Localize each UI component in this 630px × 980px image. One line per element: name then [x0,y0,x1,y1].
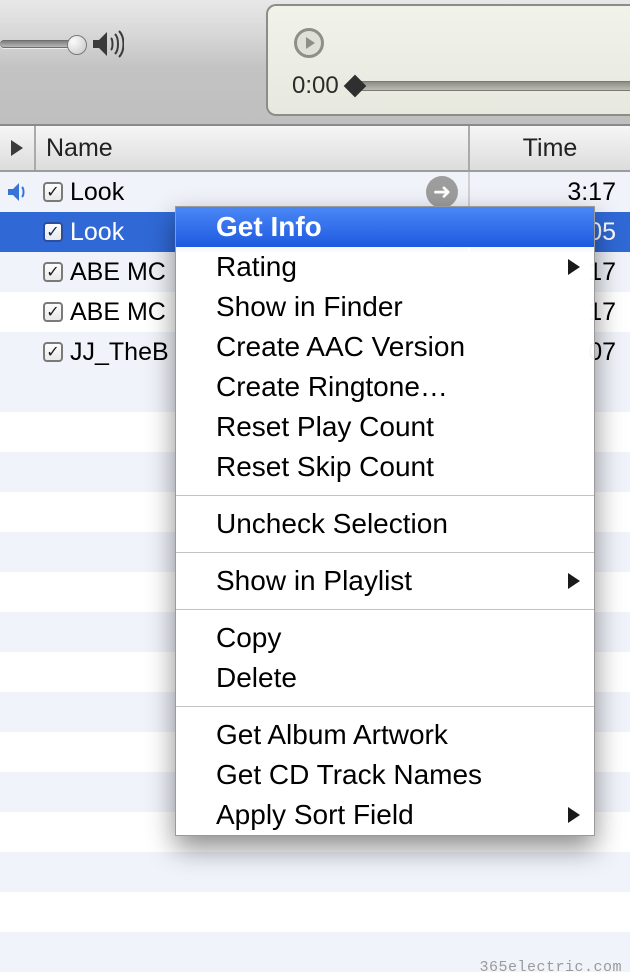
column-header-name[interactable]: Name [36,126,470,170]
menu-item-label: Rating [216,251,297,282]
empty-row [0,892,630,932]
menu-item[interactable]: Apply Sort Field [176,795,594,835]
speaker-icon [92,30,124,58]
menu-item[interactable]: Delete [176,658,594,698]
menu-item-label: Create Ringtone… [216,371,448,402]
menu-item[interactable]: Uncheck Selection [176,504,594,544]
menu-separator [176,706,594,707]
empty-row [0,852,630,892]
now-playing-icon [7,182,29,202]
menu-item-label: Get Info [216,211,322,242]
lcd-display: 0:00 [266,4,630,116]
track-time: 3:17 [470,178,630,207]
menu-item[interactable]: Show in Finder [176,287,594,327]
menu-item-label: Uncheck Selection [216,508,448,539]
menu-item[interactable]: Rating [176,247,594,287]
menu-item[interactable]: Get Info [176,207,594,247]
checkbox-cell: ✓ [36,222,70,242]
column-header-time-label: Time [523,134,578,163]
submenu-arrow-icon [568,573,580,589]
scrubber[interactable] [353,81,630,91]
track-checkbox[interactable]: ✓ [43,182,63,202]
menu-item[interactable]: Reset Skip Count [176,447,594,487]
menu-item-label: Reset Play Count [216,411,434,442]
volume-slider[interactable] [0,40,78,48]
menu-separator [176,495,594,496]
column-header-playing[interactable] [0,126,36,170]
column-header-time[interactable]: Time [470,126,630,170]
menu-item[interactable]: Copy [176,618,594,658]
menu-item-label: Create AAC Version [216,331,465,362]
checkbox-cell: ✓ [36,182,70,202]
menu-item-label: Reset Skip Count [216,451,434,482]
menu-item-label: Copy [216,622,281,653]
track-checkbox[interactable]: ✓ [43,342,63,362]
context-menu: Get Info Rating Show in Finder Create AAC V… [175,206,595,836]
menu-item-label: Apply Sort Field [216,799,414,830]
menu-separator [176,552,594,553]
now-playing-cell [0,182,36,202]
track-name: Look [70,178,426,207]
menu-item[interactable]: Show in Playlist [176,561,594,601]
menu-item-label: Delete [216,662,297,693]
elapsed-time: 0:00 [292,72,339,100]
menu-item-label: Show in Finder [216,291,403,322]
checkbox-cell: ✓ [36,342,70,362]
submenu-arrow-icon [568,259,580,275]
watermark: 365electric.com [479,959,622,976]
playhead-icon[interactable] [343,75,366,98]
track-checkbox[interactable]: ✓ [43,222,63,242]
submenu-arrow-icon [568,807,580,823]
track-checkbox[interactable]: ✓ [43,262,63,282]
column-header-row: Name Time [0,126,630,172]
menu-item[interactable]: Create Ringtone… [176,367,594,407]
menu-item-label: Show in Playlist [216,565,412,596]
lcd-play-icon [294,28,324,58]
volume-knob[interactable] [67,35,87,55]
menu-item-label: Get Album Artwork [216,719,448,750]
detail-arrow-icon[interactable]: ➜ [426,176,458,208]
menu-item[interactable]: Reset Play Count [176,407,594,447]
menu-item[interactable]: Create AAC Version [176,327,594,367]
volume-control[interactable] [0,30,124,58]
menu-separator [176,609,594,610]
checkbox-cell: ✓ [36,302,70,322]
track-checkbox[interactable]: ✓ [43,302,63,322]
menu-item[interactable]: Get Album Artwork [176,715,594,755]
player-toolbar: 0:00 [0,0,630,126]
column-header-name-label: Name [46,134,113,163]
menu-item-label: Get CD Track Names [216,759,482,790]
checkbox-cell: ✓ [36,262,70,282]
menu-item[interactable]: Get CD Track Names [176,755,594,795]
